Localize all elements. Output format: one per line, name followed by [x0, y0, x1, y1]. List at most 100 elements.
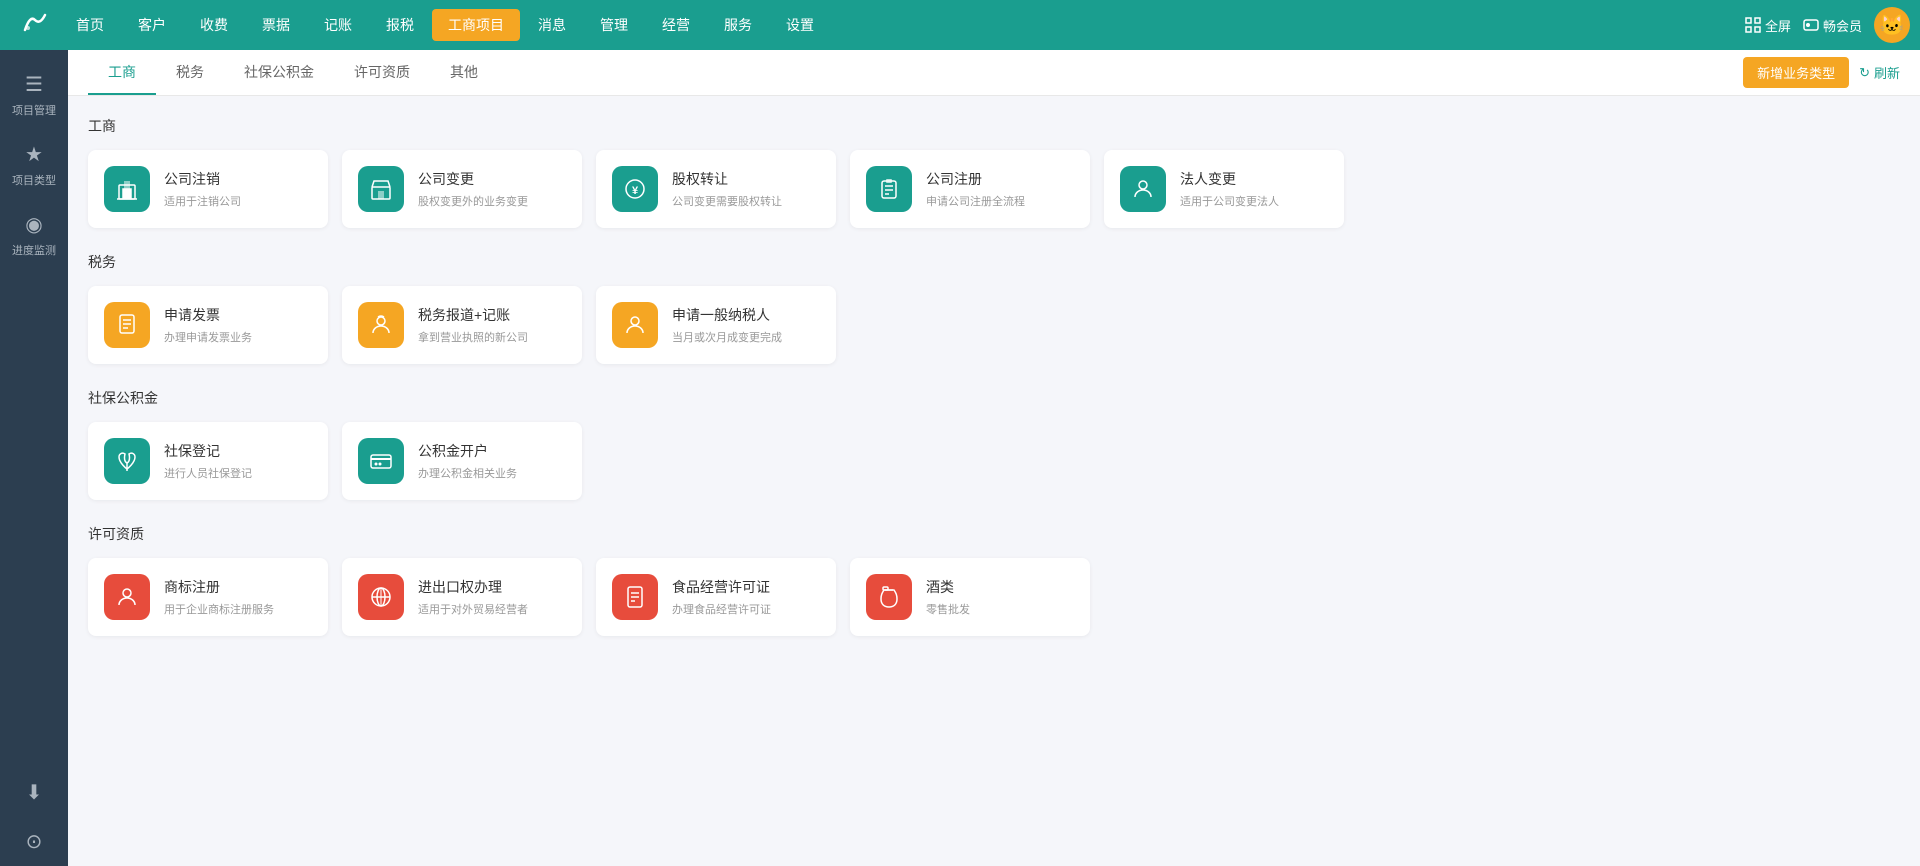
- tab-工商[interactable]: 工商: [88, 50, 156, 95]
- nav-item-首页[interactable]: 首页: [60, 9, 120, 41]
- section-工商: 工商公司注销适用于注销公司 公司变更股权变更外的业务变更 ¥ 股权转让公司变更需要股权…: [88, 116, 1900, 228]
- service-card[interactable]: 申请发票办理申请发票业务: [88, 286, 328, 364]
- nav-item-工商项目[interactable]: 工商项目: [432, 9, 520, 41]
- service-card[interactable]: 申请一般纳税人当月或次月成变更完成: [596, 286, 836, 364]
- sidebar-item-进度监测[interactable]: ◉进度监测: [0, 200, 68, 270]
- card-title: 申请发票: [164, 305, 252, 325]
- card-icon: [358, 574, 404, 620]
- card-info: 公司变更股权变更外的业务变更: [418, 169, 528, 209]
- card-icon: [104, 574, 150, 620]
- service-card[interactable]: 公司注销适用于注销公司: [88, 150, 328, 228]
- card-title: 公司注销: [164, 169, 241, 189]
- sidebar-icon: ☰: [25, 72, 43, 97]
- nav-item-报税[interactable]: 报税: [370, 9, 430, 41]
- card-icon: [866, 166, 912, 212]
- tab-bar: 工商税务社保公积金许可资质其他 新增业务类型 ↻ 刷新: [68, 50, 1920, 96]
- sidebar-bottom-icon: ⊙: [26, 829, 43, 854]
- card-info: 股权转让公司变更需要股权转让: [672, 169, 782, 209]
- card-title: 申请一般纳税人: [672, 305, 782, 325]
- svg-text:¥: ¥: [632, 185, 639, 197]
- tab-税务[interactable]: 税务: [156, 50, 224, 95]
- card-desc: 办理申请发票业务: [164, 329, 252, 345]
- card-info: 公积金开户办理公积金相关业务: [418, 441, 517, 481]
- card-desc: 用于企业商标注册服务: [164, 601, 274, 617]
- top-navbar: 首页客户收费票据记账报税工商项目消息管理经营服务设置 全屏 畅会员 🐱: [0, 0, 1920, 50]
- card-info: 食品经营许可证办理食品经营许可证: [672, 577, 771, 617]
- service-card[interactable]: ¥ 股权转让公司变更需要股权转让: [596, 150, 836, 228]
- nav-item-收费[interactable]: 收费: [184, 9, 244, 41]
- card-info: 法人变更适用于公司变更法人: [1180, 169, 1279, 209]
- card-info: 公司注册申请公司注册全流程: [926, 169, 1025, 209]
- card-info: 申请发票办理申请发票业务: [164, 305, 252, 345]
- refresh-icon: ↻: [1859, 65, 1870, 81]
- nav-item-服务[interactable]: 服务: [708, 9, 768, 41]
- card-icon: [1120, 166, 1166, 212]
- cards-grid: 社保登记进行人员社保登记 公积金开户办理公积金相关业务: [88, 422, 1900, 500]
- member-button[interactable]: 畅会员: [1803, 16, 1862, 35]
- refresh-button[interactable]: ↻ 刷新: [1859, 63, 1900, 82]
- card-icon: [104, 438, 150, 484]
- section-title: 工商: [88, 116, 1900, 136]
- cards-grid: 商标注册用于企业商标注册服务 进出口权办理适用于对外贸易经营者 食品经营许可证办理食…: [88, 558, 1900, 636]
- refresh-label: 刷新: [1874, 63, 1900, 82]
- nav-item-经营[interactable]: 经营: [646, 9, 706, 41]
- tab-许可资质[interactable]: 许可资质: [334, 50, 430, 95]
- sidebar-label: 项目类型: [12, 172, 56, 188]
- sidebar-item-项目管理[interactable]: ☰项目管理: [0, 60, 68, 130]
- card-icon: [358, 438, 404, 484]
- service-card[interactable]: 商标注册用于企业商标注册服务: [88, 558, 328, 636]
- nav-item-客户[interactable]: 客户: [122, 9, 182, 41]
- tab-社保公积金[interactable]: 社保公积金: [224, 50, 334, 95]
- sidebar-bottom-item[interactable]: ⊙: [0, 817, 68, 866]
- sidebar-item-项目类型[interactable]: ★ 项目类型: [0, 130, 68, 200]
- nav-item-记账[interactable]: 记账: [308, 9, 368, 41]
- sidebar: ☰项目管理 ★ 项目类型 ◉进度监测 ⬇ ⊙: [0, 50, 68, 866]
- content-area: 工商税务社保公积金许可资质其他 新增业务类型 ↻ 刷新 工商公司注销适用于注销公…: [68, 50, 1920, 866]
- nav-item-消息[interactable]: 消息: [522, 9, 582, 41]
- card-title: 酒类: [926, 577, 970, 597]
- card-info: 进出口权办理适用于对外贸易经营者: [418, 577, 528, 617]
- card-title: 税务报道+记账: [418, 305, 528, 325]
- cards-grid: 公司注销适用于注销公司 公司变更股权变更外的业务变更 ¥ 股权转让公司变更需要股权转让…: [88, 150, 1900, 228]
- card-icon: [612, 302, 658, 348]
- service-card[interactable]: 社保登记进行人员社保登记: [88, 422, 328, 500]
- service-card[interactable]: 酒类零售批发: [850, 558, 1090, 636]
- nav-item-票据[interactable]: 票据: [246, 9, 306, 41]
- fullscreen-label: 全屏: [1765, 16, 1791, 35]
- card-info: 酒类零售批发: [926, 577, 970, 617]
- card-desc: 拿到营业执照的新公司: [418, 329, 528, 345]
- nav-items: 首页客户收费票据记账报税工商项目消息管理经营服务设置: [60, 9, 1745, 41]
- cards-grid: 申请发票办理申请发票业务 税务报道+记账拿到营业执照的新公司 申请一般纳税人当月或次…: [88, 286, 1900, 364]
- section-许可资质: 许可资质商标注册用于企业商标注册服务 进出口权办理适用于对外贸易经营者 食品经营许可…: [88, 524, 1900, 636]
- section-title: 许可资质: [88, 524, 1900, 544]
- service-card[interactable]: 公积金开户办理公积金相关业务: [342, 422, 582, 500]
- sidebar-icon: ★: [25, 142, 43, 167]
- sidebar-bottom-item[interactable]: ⬇: [0, 768, 68, 817]
- card-desc: 适用于公司变更法人: [1180, 193, 1279, 209]
- sidebar-bottom-icon: ⬇: [26, 780, 43, 805]
- service-card[interactable]: 食品经营许可证办理食品经营许可证: [596, 558, 836, 636]
- card-title: 公司注册: [926, 169, 1025, 189]
- card-title: 进出口权办理: [418, 577, 528, 597]
- scroll-content: 工商公司注销适用于注销公司 公司变更股权变更外的业务变更 ¥ 股权转让公司变更需要股权…: [68, 96, 1920, 866]
- tab-其他[interactable]: 其他: [430, 50, 498, 95]
- card-desc: 申请公司注册全流程: [926, 193, 1025, 209]
- nav-item-管理[interactable]: 管理: [584, 9, 644, 41]
- card-info: 税务报道+记账拿到营业执照的新公司: [418, 305, 528, 345]
- service-card[interactable]: 法人变更适用于公司变更法人: [1104, 150, 1344, 228]
- section-title: 税务: [88, 252, 1900, 272]
- mascot-avatar: 🐱: [1874, 7, 1910, 43]
- main-layout: ☰项目管理★项目类型◉进度监测⬇⊙ 工商税务社保公积金许可资质其他 新增业务类型…: [0, 50, 1920, 866]
- service-card[interactable]: 公司变更股权变更外的业务变更: [342, 150, 582, 228]
- service-card[interactable]: 进出口权办理适用于对外贸易经营者: [342, 558, 582, 636]
- card-desc: 当月或次月成变更完成: [672, 329, 782, 345]
- member-label: 畅会员: [1823, 16, 1862, 35]
- service-card[interactable]: 税务报道+记账拿到营业执照的新公司: [342, 286, 582, 364]
- card-desc: 适用于对外贸易经营者: [418, 601, 528, 617]
- card-info: 商标注册用于企业商标注册服务: [164, 577, 274, 617]
- card-desc: 办理食品经营许可证: [672, 601, 771, 617]
- nav-item-设置[interactable]: 设置: [770, 9, 830, 41]
- fullscreen-button[interactable]: 全屏: [1745, 16, 1791, 35]
- service-card[interactable]: 公司注册申请公司注册全流程: [850, 150, 1090, 228]
- new-type-button[interactable]: 新增业务类型: [1743, 57, 1849, 88]
